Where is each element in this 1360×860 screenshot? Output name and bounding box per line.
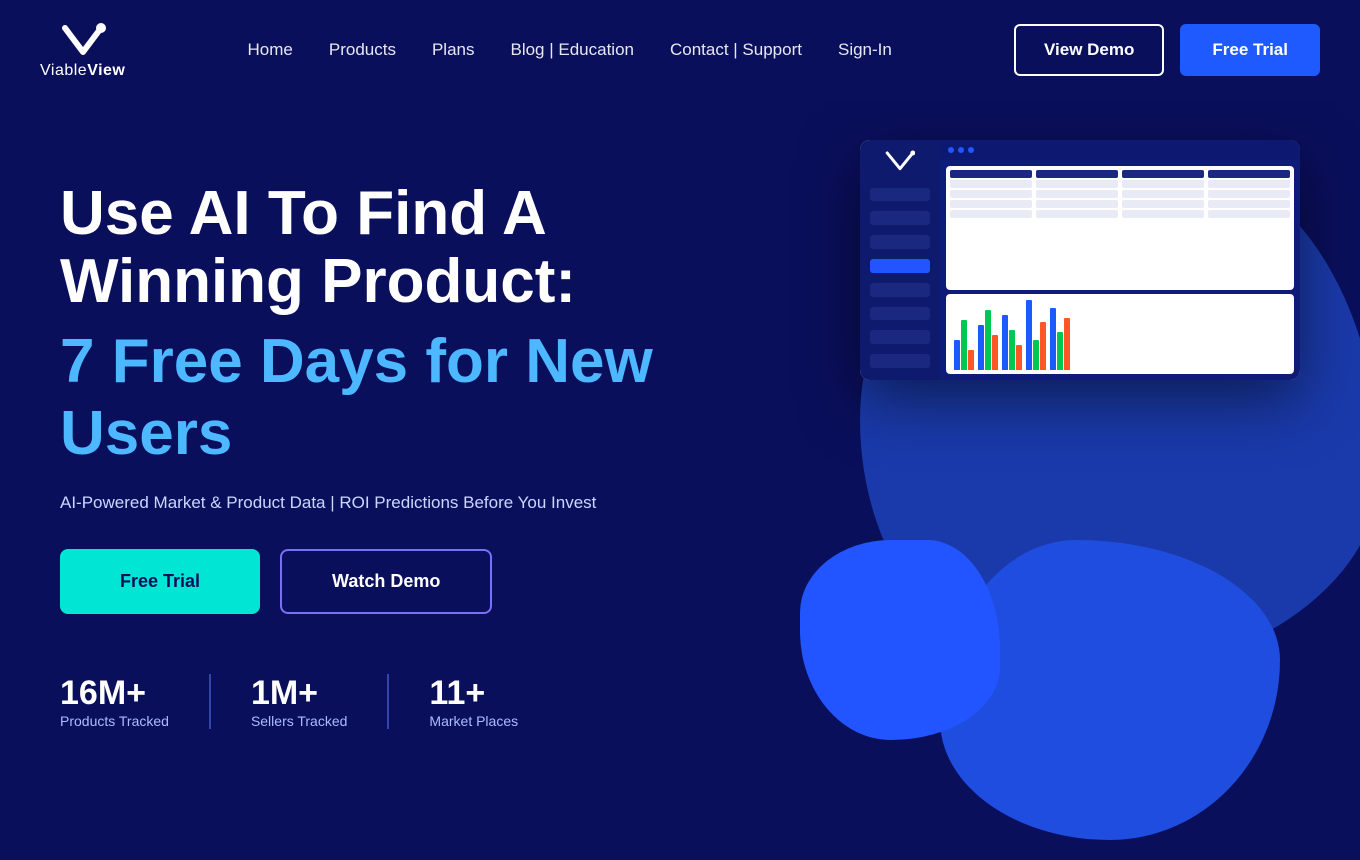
hero-buttons: Free Trial Watch Demo	[60, 549, 760, 614]
dashboard-screenshot	[860, 140, 1300, 380]
viableview-logo-icon	[57, 20, 109, 60]
blob-2	[940, 540, 1280, 840]
chart-bar	[1016, 345, 1022, 370]
chart-bar	[1026, 300, 1032, 370]
dash-chart	[946, 294, 1294, 374]
stats-bar: 16M+ Products Tracked 1M+ Sellers Tracke…	[60, 674, 760, 729]
chart-bar	[1064, 318, 1070, 370]
bar-group	[1026, 300, 1046, 370]
chart-bar	[954, 340, 960, 370]
hero-subheading-blue: 7 Free Days for New Users	[60, 326, 760, 469]
logo-text: ViableView	[40, 62, 125, 80]
nav-item-blog[interactable]: Blog | Education	[510, 40, 634, 60]
sidebar-dash-item	[870, 235, 930, 249]
hero-content: Use AI To Find A Winning Product: 7 Free…	[60, 160, 760, 729]
blob-3	[800, 540, 1000, 740]
watch-demo-button[interactable]: Watch Demo	[280, 549, 492, 614]
stat-label-sellers: Sellers Tracked	[251, 713, 347, 729]
chart-bar	[961, 320, 967, 370]
dash-main	[940, 140, 1300, 380]
nav-actions: View Demo Free Trial	[1014, 24, 1320, 76]
stat-products-tracked: 16M+ Products Tracked	[60, 674, 209, 729]
dash-table	[946, 166, 1294, 290]
dash-content	[940, 160, 1300, 380]
sidebar-dash-item	[870, 283, 930, 297]
sidebar-dash-item	[870, 211, 930, 225]
hero-subtext: AI-Powered Market & Product Data | ROI P…	[60, 493, 760, 513]
bar-group	[978, 310, 998, 370]
sidebar-dash-item-active	[870, 259, 930, 273]
chart-bar	[978, 325, 984, 370]
free-trial-hero-button[interactable]: Free Trial	[60, 549, 260, 614]
stat-number-markets: 11+	[429, 674, 485, 713]
bar-group	[1050, 308, 1070, 370]
chart-bar	[1033, 340, 1039, 370]
chart-bar	[1009, 330, 1015, 370]
stat-label-products: Products Tracked	[60, 713, 169, 729]
nav-item-plans[interactable]: Plans	[432, 40, 475, 60]
stat-number-products: 16M+	[60, 674, 146, 713]
hero-section: Use AI To Find A Winning Product: 7 Free…	[0, 100, 1360, 860]
sidebar-dash-item	[870, 307, 930, 321]
stat-label-markets: Market Places	[429, 713, 518, 729]
sidebar-dash-item	[870, 188, 930, 202]
sidebar-dash-item	[870, 330, 930, 344]
navbar: ViableView Home Products Plans Blog | Ed…	[0, 0, 1360, 100]
chart-bar	[992, 335, 998, 370]
chart-bar	[1002, 315, 1008, 370]
sidebar-dash-item	[870, 354, 930, 368]
bar-group	[1002, 315, 1022, 370]
chart-bar	[968, 350, 974, 370]
chart-bar	[1050, 308, 1056, 370]
nav-item-contact[interactable]: Contact | Support	[670, 40, 802, 60]
bar-group	[954, 320, 974, 370]
chart-bar	[1057, 332, 1063, 370]
dash-header	[940, 140, 1300, 160]
logo[interactable]: ViableView	[40, 20, 125, 80]
dash-sidebar	[860, 140, 940, 380]
nav-item-products[interactable]: Products	[329, 40, 396, 60]
chart-bar	[985, 310, 991, 370]
stat-market-places: 11+ Market Places	[387, 674, 558, 729]
stat-number-sellers: 1M+	[251, 674, 318, 713]
nav-item-home[interactable]: Home	[248, 40, 293, 60]
chart-bar	[1040, 322, 1046, 370]
view-demo-button[interactable]: View Demo	[1014, 24, 1164, 76]
free-trial-nav-button[interactable]: Free Trial	[1180, 24, 1320, 76]
nav-item-signin[interactable]: Sign-In	[838, 40, 892, 60]
nav-links: Home Products Plans Blog | Education Con…	[248, 40, 892, 60]
stat-sellers-tracked: 1M+ Sellers Tracked	[209, 674, 387, 729]
hero-heading: Use AI To Find A Winning Product:	[60, 180, 760, 316]
